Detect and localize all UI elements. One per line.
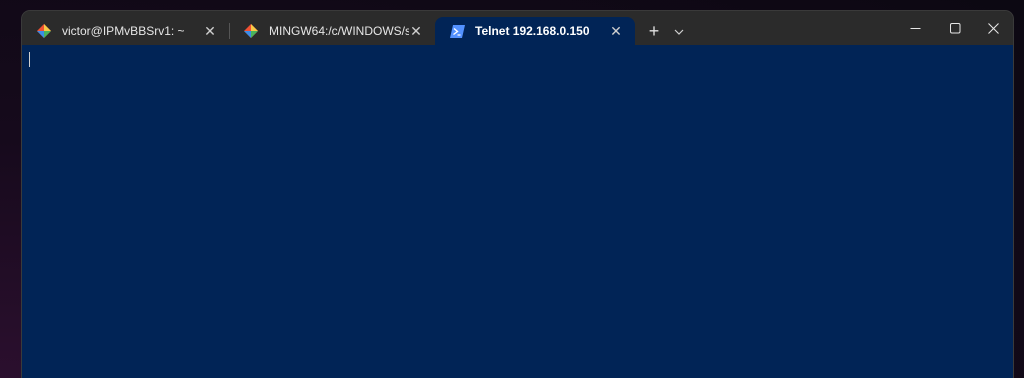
new-tab-button[interactable]: + (642, 20, 666, 42)
window-close-button[interactable] (973, 15, 1013, 41)
minimize-icon (910, 27, 920, 29)
tab-label: victor@IPMvBBSrv1: ~ (62, 24, 185, 38)
minimize-button[interactable] (895, 15, 935, 41)
terminal-pane[interactable] (22, 45, 1013, 378)
powershell-icon (449, 23, 465, 39)
close-icon[interactable]: ✕ (607, 22, 625, 40)
chevron-down-icon (674, 29, 684, 35)
close-icon (987, 22, 999, 34)
close-icon[interactable]: ✕ (201, 22, 219, 40)
tab-label: MINGW64:/c/WINDOWS/syste (269, 24, 409, 38)
close-icon[interactable]: ✕ (407, 22, 425, 40)
text-cursor (29, 52, 30, 67)
tab-mingw64[interactable]: MINGW64:/c/WINDOWS/syste ✕ (229, 17, 435, 45)
tab-label: Telnet 192.168.0.150 (475, 24, 590, 38)
tab-dropdown-button[interactable] (668, 20, 690, 42)
git-diamond-icon (36, 23, 52, 39)
maximize-button[interactable] (935, 15, 975, 41)
maximize-icon (949, 22, 960, 33)
terminal-window: victor@IPMvBBSrv1: ~ ✕ MINGW64:/c/WINDOW… (22, 11, 1013, 378)
tab-telnet[interactable]: Telnet 192.168.0.150 ✕ (435, 17, 635, 45)
tab-bar: victor@IPMvBBSrv1: ~ ✕ MINGW64:/c/WINDOW… (22, 11, 1013, 45)
tab-ssh[interactable]: victor@IPMvBBSrv1: ~ ✕ (22, 17, 229, 45)
git-diamond-icon (243, 23, 259, 39)
